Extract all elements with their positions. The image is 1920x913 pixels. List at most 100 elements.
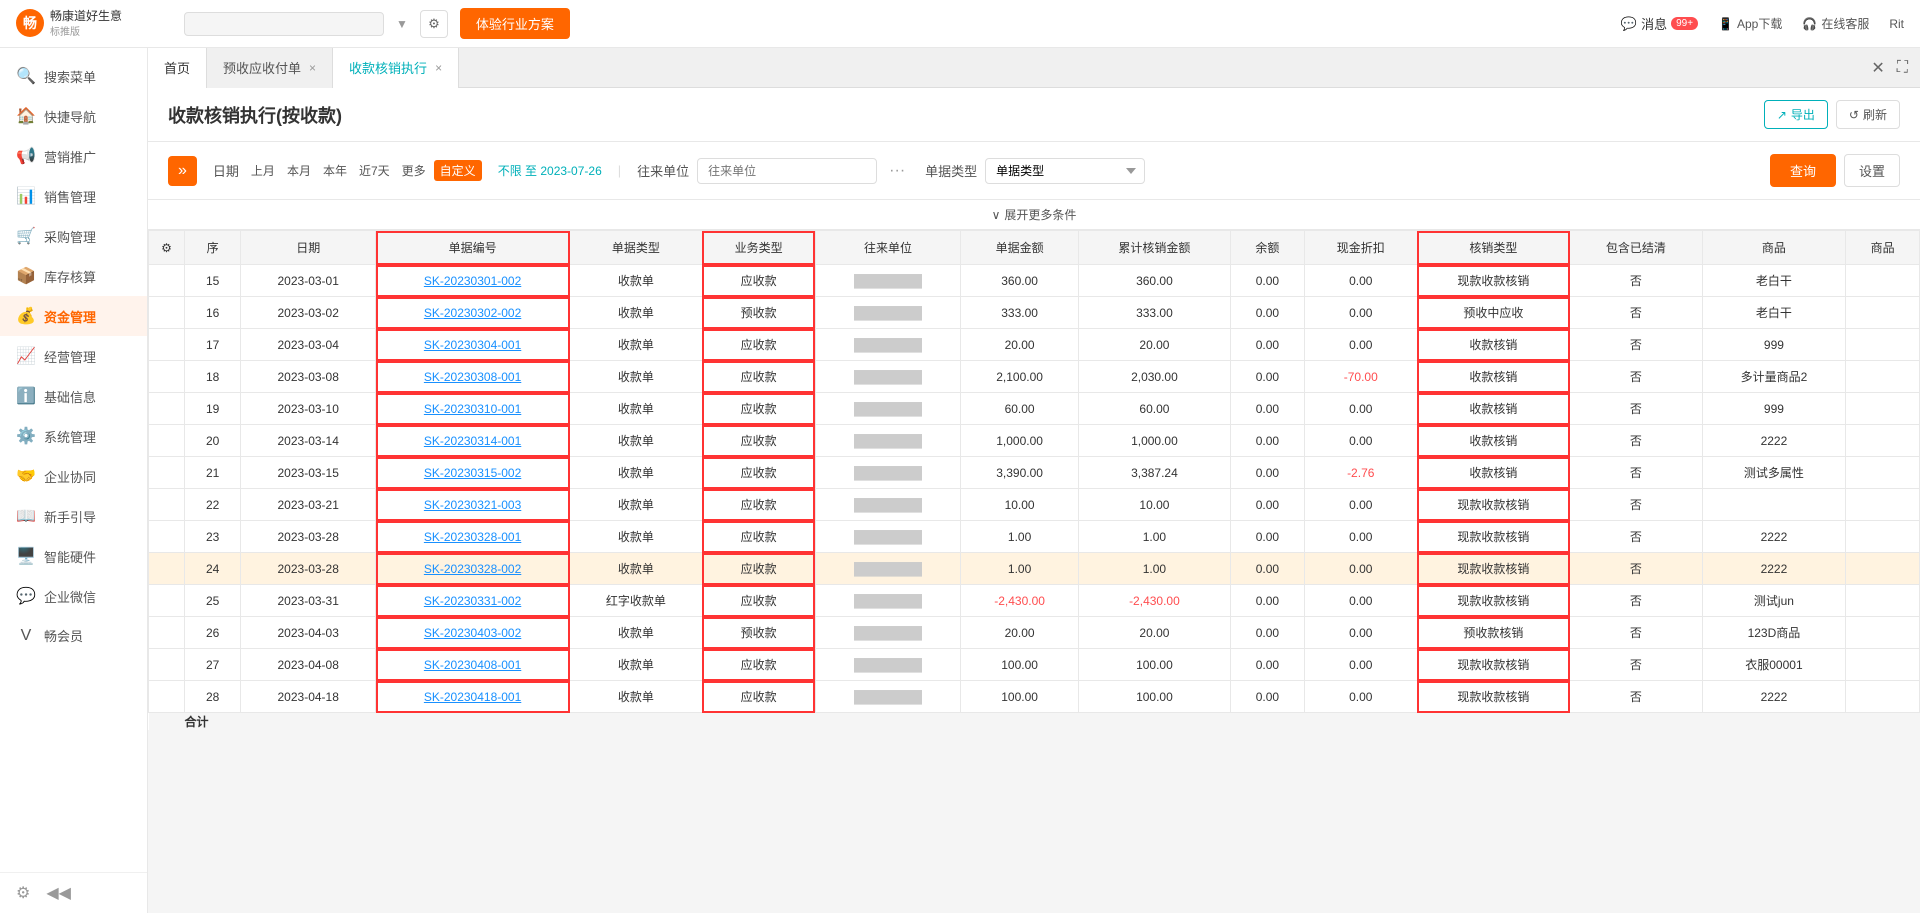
sidebar-item-enterprise[interactable]: 🤝 企业协同	[0, 456, 147, 496]
export-btn[interactable]: ↗ 导出	[1764, 100, 1828, 129]
table-row[interactable]: 162023-03-02SK-20230302-002收款单预收款███████…	[149, 297, 1920, 329]
table-row[interactable]: 212023-03-15SK-20230315-002收款单应收款███████…	[149, 457, 1920, 489]
sidebar-item-search[interactable]: 🔍 搜索菜单	[0, 56, 147, 96]
row-date: 2023-03-04	[241, 329, 376, 361]
table-row[interactable]: 252023-03-31SK-20230331-002红字收款单应收款█████…	[149, 585, 1920, 617]
row-doc-no[interactable]: SK-20230321-003	[376, 489, 570, 521]
industry-btn[interactable]: 体验行业方案	[460, 8, 570, 39]
row-gear	[149, 681, 185, 713]
table-row[interactable]: 272023-04-08SK-20230408-001收款单应收款███████…	[149, 649, 1920, 681]
sidebar-item-sales[interactable]: 📊 销售管理	[0, 176, 147, 216]
table-row[interactable]: 282023-04-18SK-20230418-001收款单应收款███████…	[149, 681, 1920, 713]
row-total-writeoff: 1,000.00	[1078, 425, 1230, 457]
row-doc-no[interactable]: SK-20230418-001	[376, 681, 570, 713]
row-doc-no[interactable]: SK-20230408-001	[376, 649, 570, 681]
row-cash-discount: -70.00	[1304, 361, 1417, 393]
row-doc-no[interactable]: SK-20230304-001	[376, 329, 570, 361]
sidebar-item-operations[interactable]: 📈 经营管理	[0, 336, 147, 376]
table-row[interactable]: 192023-03-10SK-20230310-001收款单应收款███████…	[149, 393, 1920, 425]
row-doc-no[interactable]: SK-20230314-001	[376, 425, 570, 457]
row-no: 15	[185, 265, 241, 297]
table-row[interactable]: 262023-04-03SK-20230403-002收款单预收款███████…	[149, 617, 1920, 649]
tab-close-btn[interactable]: ✕	[1867, 54, 1888, 82]
row-include-settled: 否	[1570, 617, 1703, 649]
table-header-row: ⚙ 序 日期 单据编号 单据类型 业务类型 往来单位 单据金额 累计核销金额 余…	[149, 231, 1920, 265]
col-gear[interactable]: ⚙	[149, 231, 185, 265]
tab-home[interactable]: 首页	[148, 48, 207, 88]
row-balance: 0.00	[1231, 361, 1305, 393]
table-row[interactable]: 182023-03-08SK-20230308-001收款单应收款███████…	[149, 361, 1920, 393]
query-btn[interactable]: 查询	[1770, 154, 1836, 187]
user-area[interactable]: Rit	[1889, 17, 1904, 31]
table-row[interactable]: 172023-03-04SK-20230304-001收款单应收款███████…	[149, 329, 1920, 361]
last-month-btn[interactable]: 上月	[247, 160, 279, 181]
tab-expand-btn[interactable]: ⛶	[1893, 54, 1912, 82]
row-doc-no[interactable]: SK-20230302-002	[376, 297, 570, 329]
message-area[interactable]: 💬 消息 99+	[1621, 14, 1698, 33]
row-doc-no[interactable]: SK-20230315-002	[376, 457, 570, 489]
tab-receivable[interactable]: 预收应收付单 ×	[207, 48, 333, 88]
refresh-btn[interactable]: ↺ 刷新	[1836, 100, 1900, 129]
table-row[interactable]: 152023-03-01SK-20230301-002收款单应收款███████…	[149, 265, 1920, 297]
sidebar-label-inventory: 库存核算	[44, 267, 96, 286]
doc-type-select[interactable]: 单据类型	[985, 158, 1145, 184]
collapse-icon[interactable]: ◀◀	[46, 883, 71, 903]
sidebar-item-guide[interactable]: 📖 新手引导	[0, 496, 147, 536]
app-download-link[interactable]: 📱 App下载	[1718, 15, 1782, 32]
tab-writeoff[interactable]: 收款核销执行 ×	[333, 48, 459, 88]
tab-receivable-label: 预收应收付单	[223, 58, 301, 77]
row-cash-discount: -2.76	[1304, 457, 1417, 489]
online-support-link[interactable]: 🎧 在线客服	[1802, 15, 1869, 32]
this-year-btn[interactable]: 本年	[319, 160, 351, 181]
row-gear	[149, 297, 185, 329]
url-input[interactable]	[184, 12, 384, 36]
sidebar-item-shortcuts[interactable]: 🏠 快捷导航	[0, 96, 147, 136]
sidebar-item-finance[interactable]: 💰 资金管理	[0, 296, 147, 336]
sidebar-item-purchase[interactable]: 🛒 采购管理	[0, 216, 147, 256]
row-date: 2023-03-08	[241, 361, 376, 393]
sidebar-item-wechat[interactable]: 💬 企业微信	[0, 576, 147, 616]
sidebar-item-system[interactable]: ⚙️ 系统管理	[0, 416, 147, 456]
row-partner: ████████	[815, 329, 961, 361]
sidebar-item-hardware[interactable]: 🖥️ 智能硬件	[0, 536, 147, 576]
row-total-writeoff: 2,030.00	[1078, 361, 1230, 393]
row-doc-no[interactable]: SK-20230301-002	[376, 265, 570, 297]
row-doc-no[interactable]: SK-20230328-001	[376, 521, 570, 553]
row-date: 2023-04-03	[241, 617, 376, 649]
filter-toggle-btn[interactable]: »	[168, 156, 197, 186]
filter-settings-btn[interactable]: 设置	[1844, 154, 1900, 187]
row-total-writeoff: 1.00	[1078, 521, 1230, 553]
sidebar-item-inventory[interactable]: 📦 库存核算	[0, 256, 147, 296]
row-doc-no[interactable]: SK-20230310-001	[376, 393, 570, 425]
tab-receivable-close[interactable]: ×	[309, 61, 316, 75]
row-total-writeoff: 3,387.24	[1078, 457, 1230, 489]
table-row[interactable]: 232023-03-28SK-20230328-001收款单应收款███████…	[149, 521, 1920, 553]
sidebar-item-member[interactable]: V 畅会员	[0, 616, 147, 655]
row-partner: ████████	[815, 361, 961, 393]
partner-more-btn[interactable]: ···	[885, 162, 909, 180]
more-date-btn[interactable]: 更多	[398, 160, 430, 181]
row-goods2	[1846, 297, 1920, 329]
table-row[interactable]: 242023-03-28SK-20230328-002收款单应收款███████…	[149, 553, 1920, 585]
page-header: 收款核销执行(按收款) ↗ 导出 ↺ 刷新	[148, 88, 1920, 142]
message-badge: 99+	[1671, 17, 1698, 30]
settings-bottom-icon[interactable]: ⚙	[16, 883, 30, 903]
row-doc-no[interactable]: SK-20230328-002	[376, 553, 570, 585]
sidebar-item-basics[interactable]: ℹ️ 基础信息	[0, 376, 147, 416]
table-row[interactable]: 222023-03-21SK-20230321-003收款单应收款███████…	[149, 489, 1920, 521]
row-doc-no[interactable]: SK-20230403-002	[376, 617, 570, 649]
this-month-btn[interactable]: 本月	[283, 160, 315, 181]
tab-writeoff-close[interactable]: ×	[435, 61, 442, 75]
partner-input[interactable]	[697, 158, 877, 184]
table-row[interactable]: 202023-03-14SK-20230314-001收款单应收款███████…	[149, 425, 1920, 457]
marketing-icon: 📢	[16, 146, 36, 166]
settings-icon-btn[interactable]: ⚙	[420, 10, 448, 38]
custom-date-btn[interactable]: 自定义	[434, 160, 482, 181]
row-cash-discount: 0.00	[1304, 489, 1417, 521]
row-total-writeoff: 60.00	[1078, 393, 1230, 425]
sidebar-item-marketing[interactable]: 📢 营销推广	[0, 136, 147, 176]
row-doc-no[interactable]: SK-20230308-001	[376, 361, 570, 393]
expand-more-btn[interactable]: ∨ 展开更多条件	[992, 206, 1077, 223]
last-7-days-btn[interactable]: 近7天	[355, 160, 394, 181]
row-doc-no[interactable]: SK-20230331-002	[376, 585, 570, 617]
